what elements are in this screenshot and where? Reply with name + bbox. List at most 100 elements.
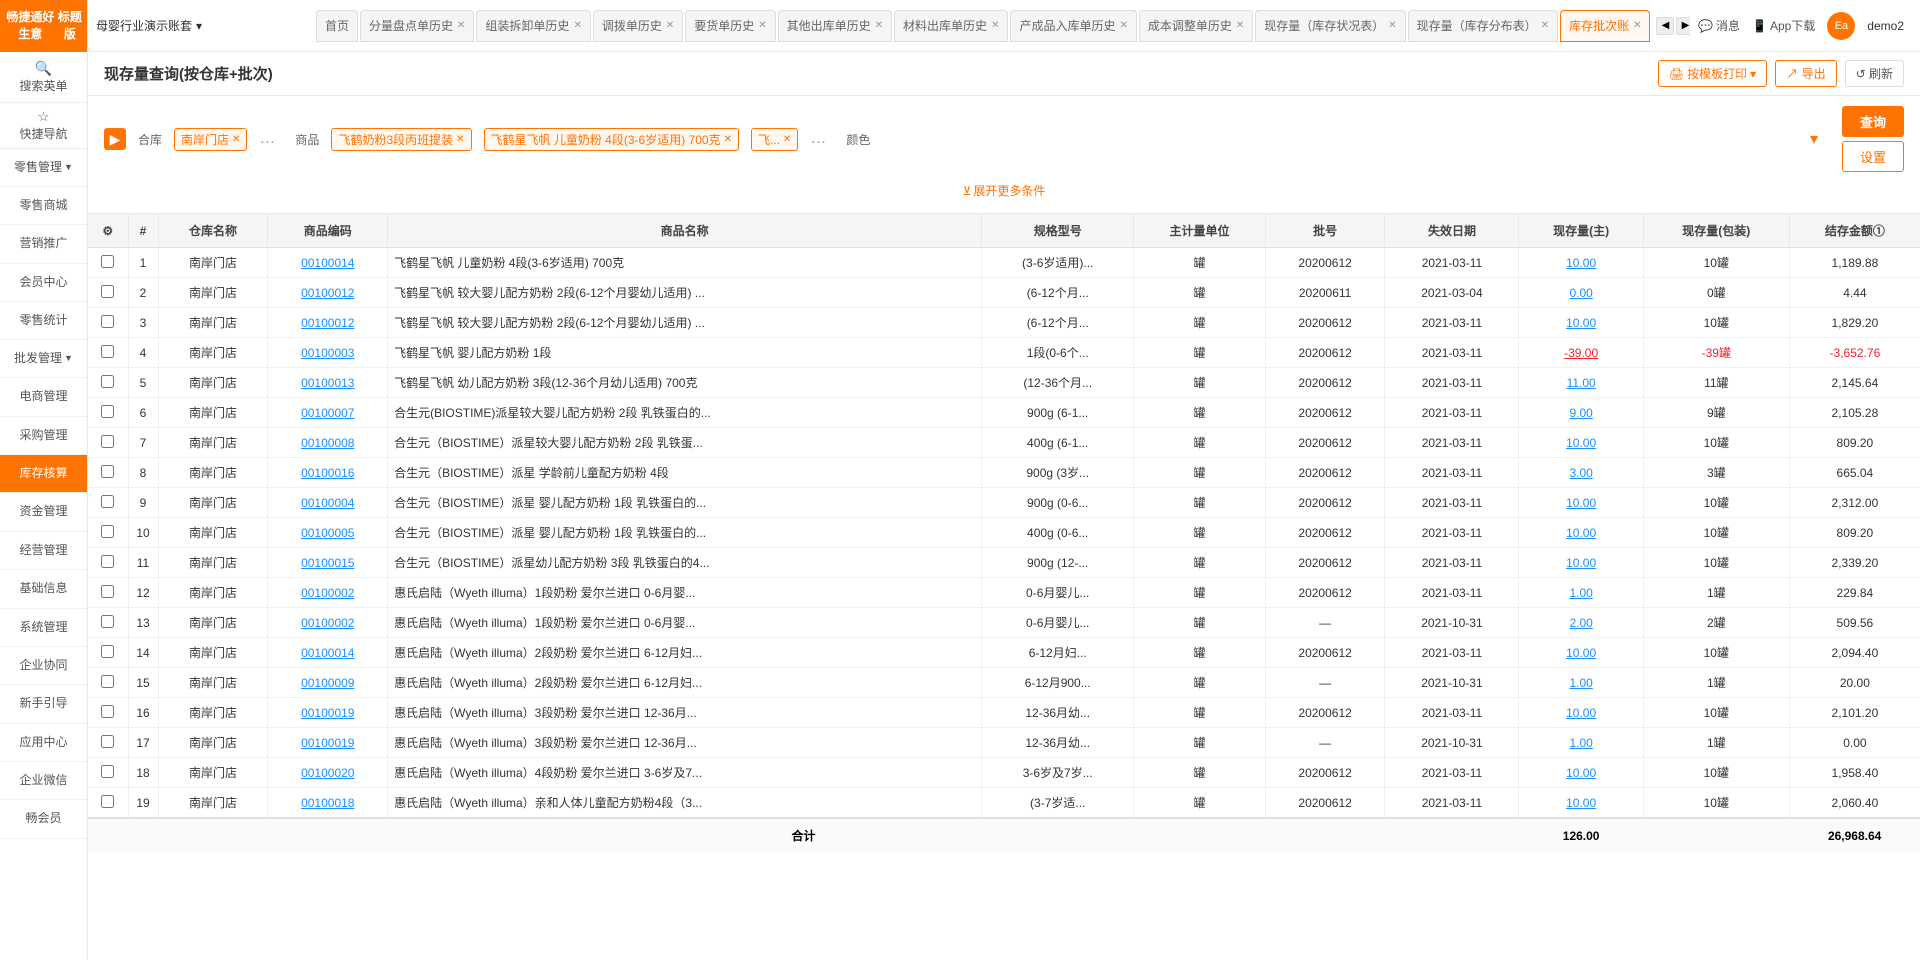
sidebar-item-enterprise[interactable]: 企业协同 bbox=[0, 647, 87, 685]
product-tag-2-close[interactable]: ✕ bbox=[724, 134, 732, 145]
row-code[interactable]: 00100003 bbox=[268, 338, 388, 368]
row-settings[interactable] bbox=[88, 248, 128, 278]
product-tag-2[interactable]: 飞鹤星飞帆 儿童奶粉 4段(3-6岁适用) 700克 ✕ bbox=[484, 128, 739, 151]
tab-split-detail[interactable]: 组装拆卸单历史 ✕ bbox=[476, 10, 590, 42]
tab-close-split-history[interactable]: ✕ bbox=[457, 20, 465, 31]
row-settings[interactable] bbox=[88, 308, 128, 338]
tab-requisition[interactable]: 要货单历史 ✕ bbox=[685, 10, 775, 42]
row-code[interactable]: 00100008 bbox=[268, 428, 388, 458]
row-checkbox[interactable] bbox=[101, 315, 114, 328]
row-settings[interactable] bbox=[88, 398, 128, 428]
sidebar-item-system[interactable]: 系统管理 bbox=[0, 609, 87, 647]
product-tag-1-close[interactable]: ✕ bbox=[456, 134, 464, 145]
row-checkbox[interactable] bbox=[101, 675, 114, 688]
tab-close-batch-ledger[interactable]: ✕ bbox=[1633, 20, 1641, 31]
row-stock-main[interactable]: 1.00 bbox=[1519, 728, 1643, 758]
row-code[interactable]: 00100015 bbox=[268, 548, 388, 578]
row-code[interactable]: 00100012 bbox=[268, 308, 388, 338]
row-code[interactable]: 00100013 bbox=[268, 368, 388, 398]
row-checkbox[interactable] bbox=[101, 615, 114, 628]
tab-product-in[interactable]: 产成品入库单历史 ✕ bbox=[1010, 10, 1136, 42]
row-stock-main[interactable]: 10.00 bbox=[1519, 758, 1643, 788]
sidebar-search[interactable]: 🔍 搜索英单 bbox=[0, 52, 87, 103]
row-checkbox[interactable] bbox=[101, 525, 114, 538]
row-checkbox[interactable] bbox=[101, 405, 114, 418]
row-checkbox[interactable] bbox=[101, 585, 114, 598]
print-button[interactable]: 🖨 按模板打印 ▾ bbox=[1658, 60, 1767, 87]
row-stock-main[interactable]: 10.00 bbox=[1519, 638, 1643, 668]
row-code[interactable]: 00100012 bbox=[268, 278, 388, 308]
sidebar-item-finance[interactable]: 资金管理 bbox=[0, 493, 87, 531]
sidebar-item-ecommerce[interactable]: 电商管理 bbox=[0, 378, 87, 416]
row-checkbox[interactable] bbox=[101, 435, 114, 448]
app-download-button[interactable]: 📱 App下载 bbox=[1752, 17, 1815, 34]
tab-close-adjust-history[interactable]: ✕ bbox=[666, 20, 674, 31]
row-settings[interactable] bbox=[88, 458, 128, 488]
tab-adjust-history[interactable]: 调拨单历史 ✕ bbox=[593, 10, 683, 42]
row-settings[interactable] bbox=[88, 338, 128, 368]
row-checkbox[interactable] bbox=[101, 765, 114, 778]
sidebar-item-retail[interactable]: 零售管理 ▼ bbox=[0, 149, 87, 187]
expand-more-button[interactable]: ⊻ 展开更多条件 bbox=[963, 182, 1046, 199]
company-selector[interactable]: 母婴行业演示账套 ▾ bbox=[96, 17, 316, 34]
sidebar-item-appCenter[interactable]: 应用中心 bbox=[0, 724, 87, 762]
row-settings[interactable] bbox=[88, 428, 128, 458]
row-code[interactable]: 00100007 bbox=[268, 398, 388, 428]
chevron-down-icon[interactable]: ▾ bbox=[1750, 67, 1756, 81]
product-tag-1[interactable]: 飞鹤奶粉3段丙班提装 ✕ bbox=[331, 128, 471, 151]
row-stock-main[interactable]: 11.00 bbox=[1519, 368, 1643, 398]
tab-close-product-in[interactable]: ✕ bbox=[1119, 20, 1127, 31]
row-checkbox[interactable] bbox=[101, 795, 114, 808]
message-button[interactable]: 💬 消息 bbox=[1698, 17, 1740, 34]
row-settings[interactable] bbox=[88, 608, 128, 638]
filter-toggle-button[interactable]: ▶ bbox=[104, 128, 126, 150]
row-code[interactable]: 00100009 bbox=[268, 668, 388, 698]
sidebar-item-members[interactable]: 会员中心 bbox=[0, 264, 87, 302]
row-code[interactable]: 00100018 bbox=[268, 788, 388, 819]
sidebar-item-wechat[interactable]: 企业微信 bbox=[0, 762, 87, 800]
sidebar-item-shop[interactable]: 零售商城 bbox=[0, 187, 87, 225]
sidebar-item-ops[interactable]: 经营管理 bbox=[0, 532, 87, 570]
row-stock-main[interactable]: 10.00 bbox=[1519, 548, 1643, 578]
query-button[interactable]: 查询 bbox=[1842, 106, 1904, 137]
row-settings[interactable] bbox=[88, 638, 128, 668]
refresh-button[interactable]: ↺ 刷新 bbox=[1845, 60, 1904, 87]
tab-split-history[interactable]: 分量盘点单历史 ✕ bbox=[360, 10, 474, 42]
row-stock-main[interactable]: 10.00 bbox=[1519, 698, 1643, 728]
tab-batch-ledger[interactable]: 库存批次账 ✕ bbox=[1560, 10, 1650, 42]
row-settings[interactable] bbox=[88, 578, 128, 608]
row-stock-main[interactable]: 1.00 bbox=[1519, 668, 1643, 698]
product-tag-3-close[interactable]: ✕ bbox=[783, 134, 791, 145]
tab-prev-button[interactable]: ◀ bbox=[1656, 17, 1674, 35]
row-checkbox[interactable] bbox=[101, 345, 114, 358]
row-code[interactable]: 00100002 bbox=[268, 608, 388, 638]
tab-close-other-out[interactable]: ✕ bbox=[875, 20, 883, 31]
row-stock-main[interactable]: 10.00 bbox=[1519, 488, 1643, 518]
row-settings[interactable] bbox=[88, 278, 128, 308]
row-checkbox[interactable] bbox=[101, 285, 114, 298]
tab-close-cost-adjust[interactable]: ✕ bbox=[1236, 20, 1244, 31]
row-code[interactable]: 00100019 bbox=[268, 698, 388, 728]
row-checkbox[interactable] bbox=[101, 645, 114, 658]
tab-home[interactable]: 首页 bbox=[316, 10, 358, 42]
sidebar-quicknav[interactable]: ☆ 快捷导航 bbox=[0, 103, 87, 149]
color-expand[interactable]: ▾ bbox=[1810, 129, 1818, 149]
export-button[interactable]: ↗ 导出 bbox=[1775, 60, 1836, 87]
row-checkbox[interactable] bbox=[101, 495, 114, 508]
warehouse-tag-close[interactable]: ✕ bbox=[232, 134, 240, 145]
row-checkbox[interactable] bbox=[101, 735, 114, 748]
row-settings[interactable] bbox=[88, 758, 128, 788]
row-settings[interactable] bbox=[88, 668, 128, 698]
tab-material-out[interactable]: 材料出库单历史 ✕ bbox=[894, 10, 1008, 42]
row-code[interactable]: 00100019 bbox=[268, 728, 388, 758]
tab-cost-adjust[interactable]: 成本调整单历史 ✕ bbox=[1139, 10, 1253, 42]
tab-stock-status[interactable]: 现存量（库存状况表） ✕ bbox=[1255, 10, 1405, 42]
tab-next-button[interactable]: ▶ bbox=[1676, 17, 1690, 35]
row-code[interactable]: 00100014 bbox=[268, 638, 388, 668]
row-stock-main[interactable]: 3.00 bbox=[1519, 458, 1643, 488]
row-code[interactable]: 00100002 bbox=[268, 578, 388, 608]
row-stock-main[interactable]: 10.00 bbox=[1519, 788, 1643, 819]
product-more[interactable]: … bbox=[810, 130, 826, 148]
row-settings[interactable] bbox=[88, 788, 128, 819]
row-checkbox[interactable] bbox=[101, 375, 114, 388]
